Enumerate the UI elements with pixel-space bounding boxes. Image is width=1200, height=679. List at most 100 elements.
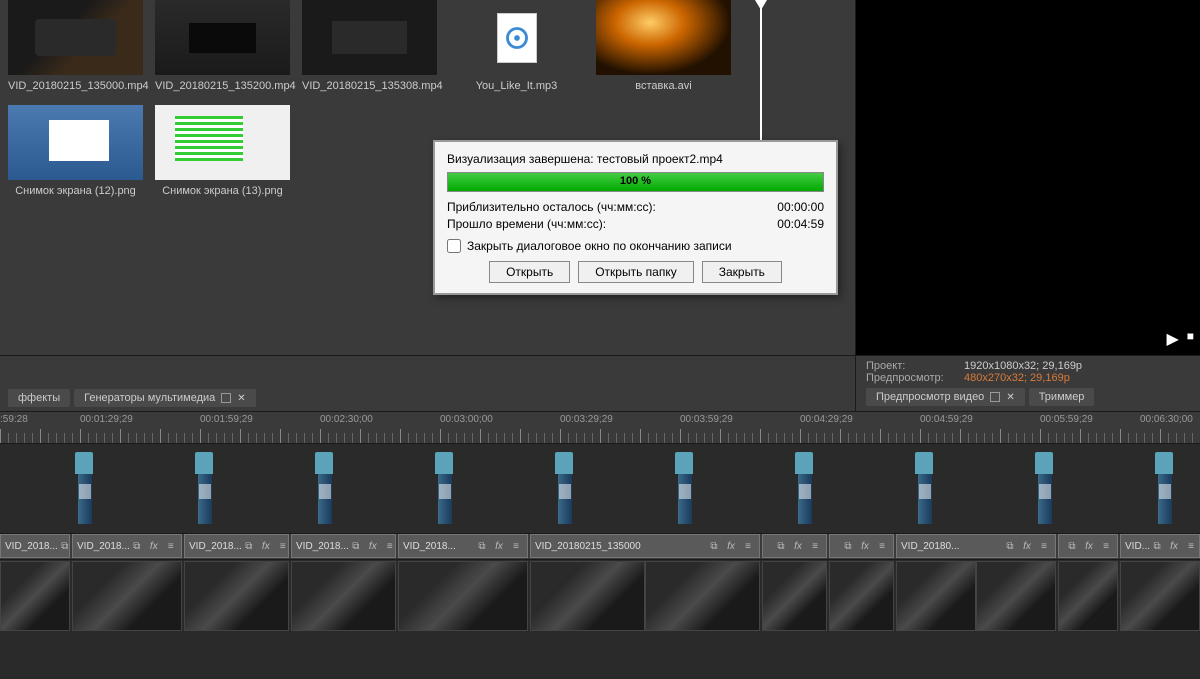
timeline-marker[interactable] xyxy=(1035,452,1055,524)
video-clip[interactable]: VID_2018...⧉fx≡ xyxy=(184,534,289,558)
video-clip[interactable]: VID_20180215_135000⧉fx≡ xyxy=(530,534,760,558)
fx-icon[interactable]: fx xyxy=(1020,539,1034,553)
timeline-marker[interactable] xyxy=(195,452,215,524)
clip-thumbnail[interactable] xyxy=(1058,561,1118,631)
close-on-finish-checkbox[interactable] xyxy=(447,239,461,253)
close-button[interactable]: Закрыть xyxy=(702,261,782,283)
crop-icon[interactable]: ⧉ xyxy=(58,539,70,553)
fx-icon[interactable]: fx xyxy=(1082,539,1096,553)
crop-icon[interactable]: ⧉ xyxy=(475,539,489,553)
ruler-timestamp: 00:03:29;29 xyxy=(560,414,613,425)
fx-icon[interactable]: fx xyxy=(858,539,872,553)
timeline-marker[interactable] xyxy=(555,452,575,524)
video-clip[interactable]: ⧉fx≡ xyxy=(829,534,894,558)
maximize-icon[interactable] xyxy=(221,393,231,403)
media-item[interactable]: VID_20180215_135200.mp4 xyxy=(155,0,290,93)
timeline-ruler[interactable]: :59:2800:01:29;2900:01:59;2900:02:30;000… xyxy=(0,412,1200,444)
crop-icon[interactable]: ⧉ xyxy=(774,539,788,553)
close-icon[interactable]: ✕ xyxy=(237,393,245,404)
close-icon[interactable]: ✕ xyxy=(1006,392,1014,403)
stop-button[interactable]: ■ xyxy=(1187,329,1194,349)
remaining-value: 00:00:00 xyxy=(777,200,824,214)
menu-icon[interactable]: ≡ xyxy=(1184,539,1198,553)
remaining-label: Приблизительно осталось (чч:мм:сс): xyxy=(447,200,656,214)
play-button[interactable]: ▶ xyxy=(1166,329,1178,349)
menu-icon[interactable]: ≡ xyxy=(164,539,178,553)
clip-thumbnail[interactable] xyxy=(829,561,894,631)
project-value: 1920x1080x32; 29,169p xyxy=(964,360,1082,372)
video-clip[interactable]: ⧉fx≡ xyxy=(762,534,827,558)
media-item[interactable]: Снимок экрана (12).png xyxy=(8,105,143,198)
clip-thumbnail[interactable] xyxy=(72,561,182,631)
timeline-marker[interactable] xyxy=(1155,452,1175,524)
media-thumbnail xyxy=(302,0,437,75)
fx-icon[interactable]: fx xyxy=(492,539,506,553)
crop-icon[interactable]: ⧉ xyxy=(349,539,363,553)
timeline-marker[interactable] xyxy=(915,452,935,524)
video-clip[interactable]: VID_2018...⧉fx≡ xyxy=(291,534,396,558)
media-label: VID_20180215_135308.mp4 xyxy=(302,79,437,93)
clip-thumbnail[interactable] xyxy=(291,561,396,631)
checkbox-label: Закрыть диалоговое окно по окончанию зап… xyxy=(467,239,732,253)
clip-thumbnail[interactable] xyxy=(530,561,645,631)
crop-icon[interactable]: ⧉ xyxy=(1003,539,1017,553)
clip-thumbnail[interactable] xyxy=(398,561,528,631)
clip-thumbnail[interactable] xyxy=(645,561,760,631)
timeline-marker[interactable] xyxy=(435,452,455,524)
menu-icon[interactable]: ≡ xyxy=(741,539,755,553)
marker-track[interactable] xyxy=(0,444,1200,534)
media-item[interactable]: Снимок экрана (13).png xyxy=(155,105,290,198)
fx-icon[interactable]: fx xyxy=(791,539,805,553)
crop-icon[interactable]: ⧉ xyxy=(1065,539,1079,553)
media-item[interactable]: VID_20180215_135000.mp4 xyxy=(8,0,143,93)
menu-icon[interactable]: ≡ xyxy=(276,539,289,553)
menu-icon[interactable]: ≡ xyxy=(1037,539,1051,553)
crop-icon[interactable]: ⧉ xyxy=(1150,539,1164,553)
fx-icon[interactable]: fx xyxy=(147,539,161,553)
video-clip[interactable]: VID_2018...⧉fx≡ xyxy=(72,534,182,558)
clip-thumbnail[interactable] xyxy=(976,561,1056,631)
crop-icon[interactable]: ⧉ xyxy=(242,539,256,553)
media-item[interactable]: VID_20180215_135308.mp4 xyxy=(302,0,437,93)
tab-generators[interactable]: Генераторы мультимедиа ✕ xyxy=(74,389,256,407)
maximize-icon[interactable] xyxy=(990,392,1000,402)
crop-icon[interactable]: ⧉ xyxy=(130,539,144,553)
open-button[interactable]: Открыть xyxy=(489,261,570,283)
video-clip[interactable]: VID...⧉fx≡ xyxy=(1120,534,1200,558)
clip-thumbnail[interactable] xyxy=(762,561,827,631)
timeline[interactable]: :59:2800:01:29;2900:01:59;2900:02:30;000… xyxy=(0,411,1200,679)
menu-icon[interactable]: ≡ xyxy=(875,539,889,553)
fx-icon[interactable]: fx xyxy=(259,539,273,553)
media-item[interactable]: вставка.avi xyxy=(596,0,731,93)
tab-effects[interactable]: ффекты xyxy=(8,389,70,407)
ruler-timestamp: 00:05:59;29 xyxy=(1040,414,1093,425)
timeline-marker[interactable] xyxy=(675,452,695,524)
fx-icon[interactable]: fx xyxy=(366,539,380,553)
timeline-marker[interactable] xyxy=(75,452,95,524)
video-clip[interactable]: VID_20180...⧉fx≡ xyxy=(896,534,1056,558)
clip-thumbnail[interactable] xyxy=(896,561,976,631)
clip-thumbnail[interactable] xyxy=(184,561,289,631)
crop-icon[interactable]: ⧉ xyxy=(707,539,721,553)
timeline-marker[interactable] xyxy=(315,452,335,524)
tab-preview-video[interactable]: Предпросмотр видео ✕ xyxy=(866,388,1025,406)
menu-icon[interactable]: ≡ xyxy=(1099,539,1113,553)
menu-icon[interactable]: ≡ xyxy=(808,539,822,553)
clip-thumbnail[interactable] xyxy=(1120,561,1200,631)
video-clip[interactable]: VID_2018...⧉fx≡ xyxy=(0,534,70,558)
media-item[interactable]: You_Like_It.mp3 xyxy=(449,0,584,93)
menu-icon[interactable]: ≡ xyxy=(509,539,523,553)
video-track[interactable]: VID_2018...⧉fx≡VID_2018...⧉fx≡VID_2018..… xyxy=(0,534,1200,560)
menu-icon[interactable]: ≡ xyxy=(383,539,396,553)
clip-label: VID_2018... xyxy=(189,541,242,552)
crop-icon[interactable]: ⧉ xyxy=(841,539,855,553)
video-clip[interactable]: VID_2018...⧉fx≡ xyxy=(398,534,528,558)
open-folder-button[interactable]: Открыть папку xyxy=(578,261,694,283)
thumbnail-track[interactable] xyxy=(0,560,1200,632)
tab-trimmer[interactable]: Триммер xyxy=(1029,388,1095,406)
fx-icon[interactable]: fx xyxy=(1167,539,1181,553)
video-clip[interactable]: ⧉fx≡ xyxy=(1058,534,1118,558)
timeline-marker[interactable] xyxy=(795,452,815,524)
fx-icon[interactable]: fx xyxy=(724,539,738,553)
clip-thumbnail[interactable] xyxy=(0,561,70,631)
